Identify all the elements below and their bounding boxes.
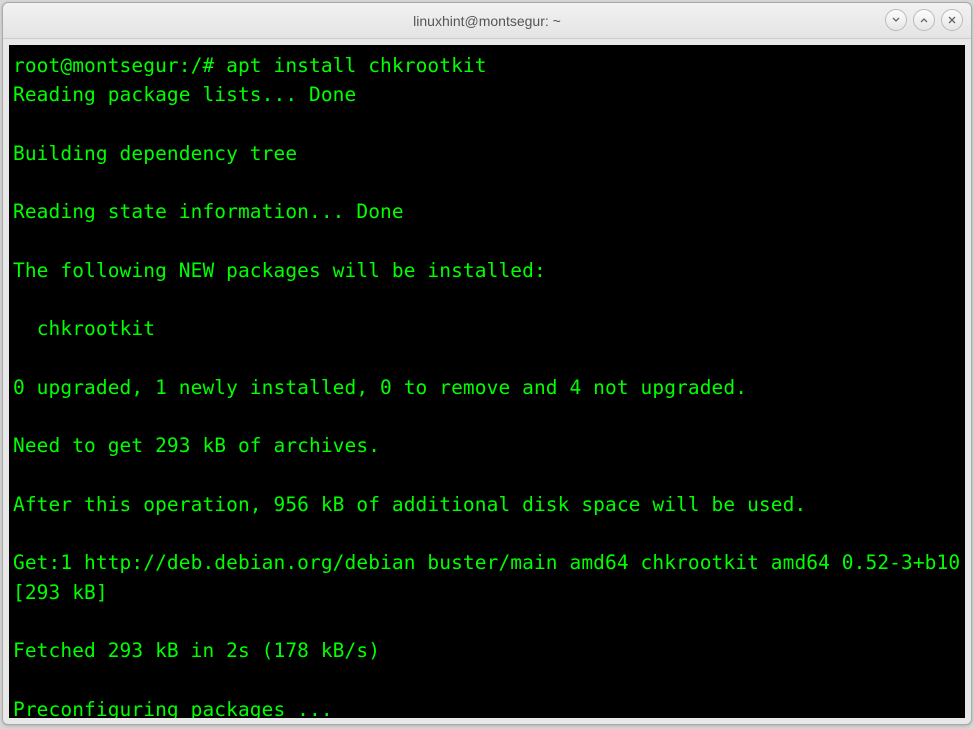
- prompt-line-1: root@montsegur:/# apt install chkrootkit: [13, 54, 487, 77]
- output-line: Need to get 293 kB of archives.: [13, 431, 961, 460]
- minimize-icon: [891, 15, 901, 25]
- minimize-button[interactable]: [885, 9, 907, 31]
- shell-prompt: root@montsegur:/#: [13, 54, 226, 77]
- output-line: chkrootkit: [13, 314, 961, 343]
- window-controls: [885, 9, 963, 31]
- maximize-icon: [919, 15, 929, 25]
- close-button[interactable]: [941, 9, 963, 31]
- output-line: Get:1 http://deb.debian.org/debian buste…: [13, 548, 961, 607]
- output-line: Building dependency tree: [13, 139, 961, 168]
- output-line: After this operation, 956 kB of addition…: [13, 490, 961, 519]
- maximize-button[interactable]: [913, 9, 935, 31]
- command-text: apt install chkrootkit: [226, 54, 486, 77]
- terminal-window: linuxhint@montsegur: ~ root@montsegur:/#…: [2, 2, 972, 725]
- titlebar[interactable]: linuxhint@montsegur: ~: [3, 3, 971, 39]
- close-icon: [947, 15, 957, 25]
- output-line: Reading package lists... Done: [13, 80, 961, 109]
- output-line: Preconfiguring packages ...: [13, 695, 961, 719]
- window-title: linuxhint@montsegur: ~: [413, 13, 561, 29]
- output-line: Fetched 293 kB in 2s (178 kB/s): [13, 636, 961, 665]
- output-line: Reading state information... Done: [13, 197, 961, 226]
- terminal-area[interactable]: root@montsegur:/# apt install chkrootkit…: [9, 45, 965, 718]
- output-line: 0 upgraded, 1 newly installed, 0 to remo…: [13, 373, 961, 402]
- output-line: The following NEW packages will be insta…: [13, 256, 961, 285]
